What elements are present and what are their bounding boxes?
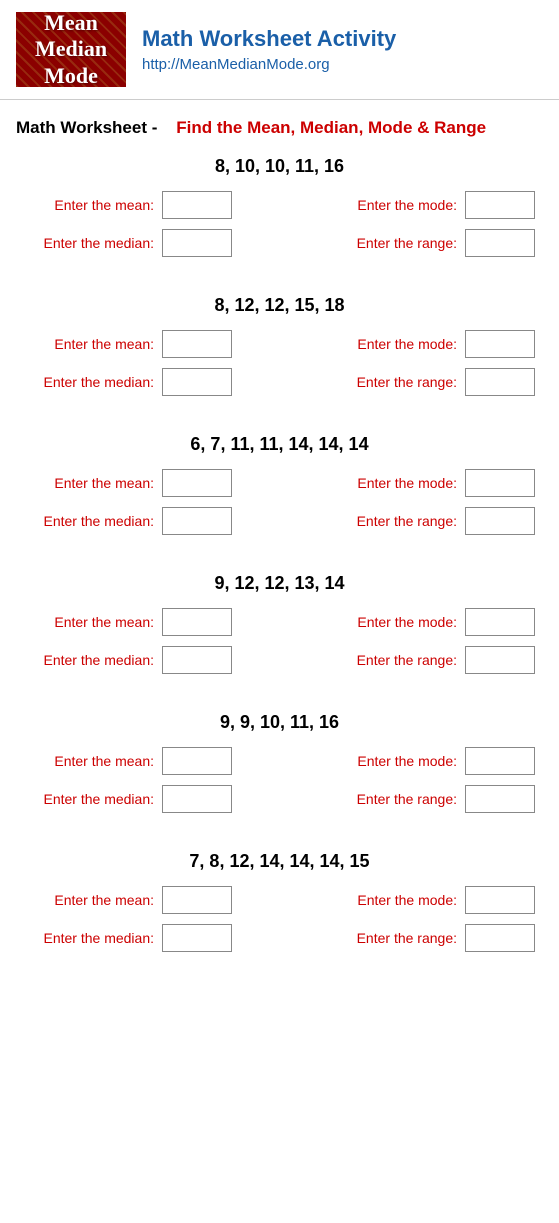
mean-label-2: Enter the mean: xyxy=(24,336,154,352)
problem-4: 9, 12, 12, 13, 14 Enter the mean: Enter … xyxy=(16,573,543,694)
mean-input-4[interactable] xyxy=(162,608,232,636)
problem-1: 8, 10, 10, 11, 16 Enter the mean: Enter … xyxy=(16,156,543,277)
mode-input-1[interactable] xyxy=(465,191,535,219)
problem-1-median-row: Enter the median: Enter the range: xyxy=(16,229,543,257)
problem-5: 9, 9, 10, 11, 16 Enter the mean: Enter t… xyxy=(16,712,543,833)
median-input-4[interactable] xyxy=(162,646,232,674)
median-input-2[interactable] xyxy=(162,368,232,396)
problem-1-mean-row: Enter the mean: Enter the mode: xyxy=(16,191,543,219)
range-label-1: Enter the range: xyxy=(327,235,457,251)
range-input-5[interactable] xyxy=(465,785,535,813)
problem-4-numbers: 9, 12, 12, 13, 14 xyxy=(16,573,543,594)
mode-input-3[interactable] xyxy=(465,469,535,497)
site-title: Math Worksheet Activity xyxy=(142,26,396,52)
page-title-prefix: Math Worksheet - xyxy=(16,118,157,137)
problem-4-median-row: Enter the median: Enter the range: xyxy=(16,646,543,674)
problem-3-numbers: 6, 7, 11, 11, 14, 14, 14 xyxy=(16,434,543,455)
problem-6-mean-row: Enter the mean: Enter the mode: xyxy=(16,886,543,914)
logo: MeanMedianMode xyxy=(16,12,126,87)
median-label-2: Enter the median: xyxy=(24,374,154,390)
mean-input-5[interactable] xyxy=(162,747,232,775)
median-label-4: Enter the median: xyxy=(24,652,154,668)
mean-input-6[interactable] xyxy=(162,886,232,914)
problem-6-numbers: 7, 8, 12, 14, 14, 14, 15 xyxy=(16,851,543,872)
problems-container: 8, 10, 10, 11, 16 Enter the mean: Enter … xyxy=(0,156,559,1010)
problem-5-mean-row: Enter the mean: Enter the mode: xyxy=(16,747,543,775)
range-label-4: Enter the range: xyxy=(327,652,457,668)
range-label-6: Enter the range: xyxy=(327,930,457,946)
range-input-3[interactable] xyxy=(465,507,535,535)
median-input-6[interactable] xyxy=(162,924,232,952)
mode-label-2: Enter the mode: xyxy=(327,336,457,352)
median-label-3: Enter the median: xyxy=(24,513,154,529)
logo-text: MeanMedianMode xyxy=(35,12,107,87)
mean-label-5: Enter the mean: xyxy=(24,753,154,769)
mode-input-2[interactable] xyxy=(465,330,535,358)
mean-label-1: Enter the mean: xyxy=(24,197,154,213)
mode-label-3: Enter the mode: xyxy=(327,475,457,491)
page-title-suffix: Find the Mean, Median, Mode & Range xyxy=(176,118,486,137)
mode-label-6: Enter the mode: xyxy=(327,892,457,908)
problem-2-median-row: Enter the median: Enter the range: xyxy=(16,368,543,396)
mean-input-2[interactable] xyxy=(162,330,232,358)
mode-input-4[interactable] xyxy=(465,608,535,636)
problem-2-mean-row: Enter the mean: Enter the mode: xyxy=(16,330,543,358)
problem-1-numbers: 8, 10, 10, 11, 16 xyxy=(16,156,543,177)
range-input-4[interactable] xyxy=(465,646,535,674)
median-label-5: Enter the median: xyxy=(24,791,154,807)
site-url: http://MeanMedianMode.org xyxy=(142,56,396,73)
problem-3-mean-row: Enter the mean: Enter the mode: xyxy=(16,469,543,497)
mode-input-6[interactable] xyxy=(465,886,535,914)
median-label-6: Enter the median: xyxy=(24,930,154,946)
median-input-1[interactable] xyxy=(162,229,232,257)
problem-3-median-row: Enter the median: Enter the range: xyxy=(16,507,543,535)
median-label-1: Enter the median: xyxy=(24,235,154,251)
mode-label-1: Enter the mode: xyxy=(327,197,457,213)
problem-6: 7, 8, 12, 14, 14, 14, 15 Enter the mean:… xyxy=(16,851,543,972)
range-input-2[interactable] xyxy=(465,368,535,396)
problem-4-mean-row: Enter the mean: Enter the mode: xyxy=(16,608,543,636)
range-input-1[interactable] xyxy=(465,229,535,257)
mode-label-4: Enter the mode: xyxy=(327,614,457,630)
problem-5-numbers: 9, 9, 10, 11, 16 xyxy=(16,712,543,733)
mean-label-4: Enter the mean: xyxy=(24,614,154,630)
range-input-6[interactable] xyxy=(465,924,535,952)
header: MeanMedianMode Math Worksheet Activity h… xyxy=(0,0,559,100)
page-title: Math Worksheet - Find the Mean, Median, … xyxy=(0,100,559,146)
mean-label-6: Enter the mean: xyxy=(24,892,154,908)
header-title: Math Worksheet Activity http://MeanMedia… xyxy=(142,26,396,73)
range-label-2: Enter the range: xyxy=(327,374,457,390)
range-label-3: Enter the range: xyxy=(327,513,457,529)
range-label-5: Enter the range: xyxy=(327,791,457,807)
mode-input-5[interactable] xyxy=(465,747,535,775)
mean-input-3[interactable] xyxy=(162,469,232,497)
problem-3: 6, 7, 11, 11, 14, 14, 14 Enter the mean:… xyxy=(16,434,543,555)
problem-6-median-row: Enter the median: Enter the range: xyxy=(16,924,543,952)
mean-input-1[interactable] xyxy=(162,191,232,219)
problem-2: 8, 12, 12, 15, 18 Enter the mean: Enter … xyxy=(16,295,543,416)
problem-2-numbers: 8, 12, 12, 15, 18 xyxy=(16,295,543,316)
mode-label-5: Enter the mode: xyxy=(327,753,457,769)
mean-label-3: Enter the mean: xyxy=(24,475,154,491)
median-input-5[interactable] xyxy=(162,785,232,813)
median-input-3[interactable] xyxy=(162,507,232,535)
problem-5-median-row: Enter the median: Enter the range: xyxy=(16,785,543,813)
